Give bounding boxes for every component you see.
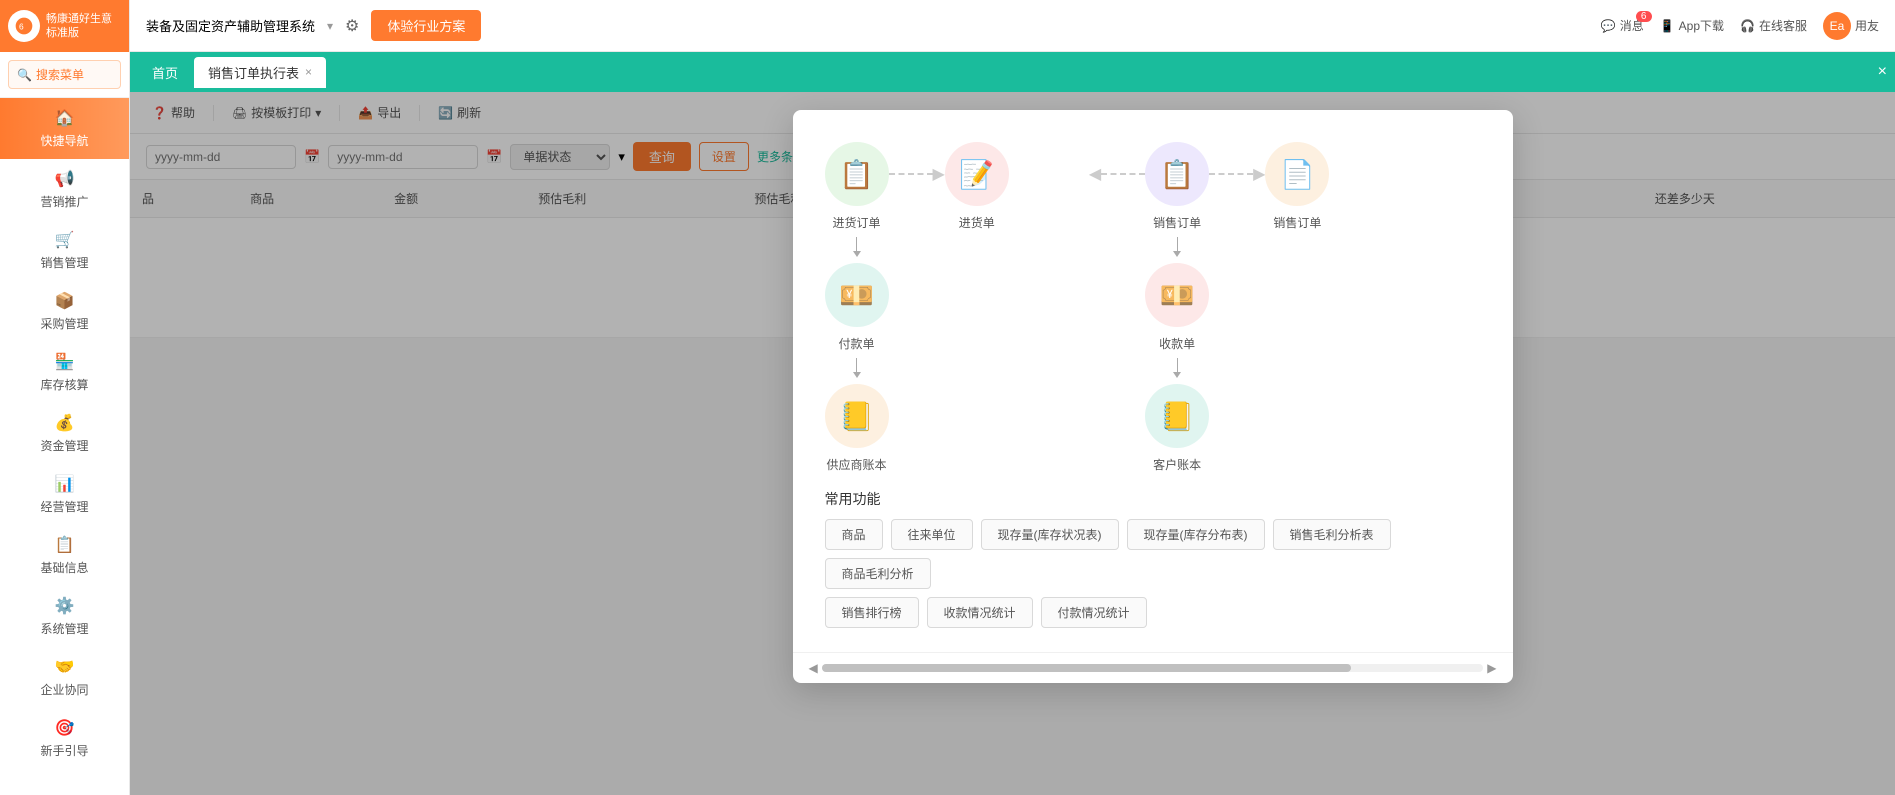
main-area: 装备及固定资产辅助管理系统 ▾ ⚙ 体验行业方案 💬 消息 6 📱 App下载 … (130, 0, 1895, 795)
purchase-receipt-node[interactable]: 📝 进货单 (945, 142, 1009, 231)
supplier-account-icon: 📒 (825, 384, 889, 448)
arrow-down-3 (853, 358, 861, 378)
tab-bar: 首页 销售订单执行表 × × (130, 52, 1895, 92)
modal-scrollbar: ◀ ▶ (793, 652, 1513, 683)
customer-account-icon: 📒 (1145, 384, 1209, 448)
common-functions-title: 常用功能 (825, 489, 1481, 509)
settings-gear-icon[interactable]: ⚙ (345, 16, 359, 36)
customer-account-node[interactable]: 📒 客户账本 (1145, 384, 1209, 473)
quick-nav-icon: 🏠 (55, 108, 75, 128)
common-btn-sales-rank[interactable]: 销售排行榜 (825, 597, 919, 628)
arrow-down-4 (1173, 358, 1181, 378)
purchase-receipt-icon: 📝 (945, 142, 1009, 206)
sidebar-nav: 🏠 快捷导航 📢 营销推广 🛒 销售管理 📦 采购管理 🏪 库存核算 💰 (0, 98, 129, 795)
scrollbar-left-icon[interactable]: ◀ (809, 661, 818, 675)
sales-icon: 🛒 (55, 230, 75, 250)
sidebar-item-system[interactable]: ⚙️ 系统管理 (0, 586, 129, 647)
sidebar-item-enterprise[interactable]: 🤝 企业协同 (0, 647, 129, 708)
content-area: ❓ 帮助 🖨 按模板打印 ▾ 📤 导出 🔄 刷新 (130, 92, 1895, 795)
h-arrow-1: ▶ (889, 142, 945, 184)
sidebar-item-sales[interactable]: 🛒 销售管理 (0, 220, 129, 281)
sales-order-icon: 📋 (1145, 142, 1209, 206)
operations-icon: 📊 (55, 474, 75, 494)
sidebar-item-basic-info[interactable]: 📋 基础信息 (0, 525, 129, 586)
h-arrow-2: ◀ (1089, 142, 1145, 184)
sidebar-logo: 6 畅康通好生意 标准版 (0, 0, 129, 52)
common-functions-section: 常用功能 商品 往来单位 现存量(库存状况表) 现存量(库存分布表) 销售毛利分… (825, 489, 1481, 628)
tab-close-icon[interactable]: × (305, 65, 312, 79)
search-icon: 🔍 (17, 68, 32, 82)
receipt-icon: 💴 (1145, 263, 1209, 327)
app-download-btn[interactable]: 📱 App下载 (1660, 17, 1724, 34)
arrow-down-1 (853, 237, 861, 257)
payment-node[interactable]: 💴 付款单 (825, 263, 889, 352)
common-btn-partner[interactable]: 往来单位 (891, 519, 973, 550)
sidebar-item-purchase[interactable]: 📦 采购管理 (0, 281, 129, 342)
sidebar-item-inventory[interactable]: 🏪 库存核算 (0, 342, 129, 403)
common-btn-receipt-stats[interactable]: 收款情况统计 (927, 597, 1033, 628)
tab-bar-close-icon[interactable]: × (1878, 63, 1887, 81)
beginner-icon: 🎯 (55, 718, 75, 738)
marketing-icon: 📢 (55, 169, 75, 189)
enterprise-icon: 🤝 (55, 657, 75, 677)
common-buttons-row-2: 销售排行榜 收款情况统计 付款情况统计 (825, 597, 1481, 628)
purchase-icon: 📦 (55, 291, 75, 311)
modal-overlay: 📋 进货订单 💴 付款单 (130, 92, 1895, 795)
sales-delivery-node[interactable]: 📄 销售订单 (1265, 142, 1329, 231)
sales-delivery-icon: 📄 (1265, 142, 1329, 206)
header-right: 💬 消息 6 📱 App下载 🎧 在线客服 Ea 用友 (1601, 12, 1879, 40)
message-btn[interactable]: 💬 消息 6 (1601, 17, 1644, 34)
tab-home[interactable]: 首页 (138, 57, 192, 88)
sidebar-item-operations[interactable]: 📊 经营管理 (0, 464, 129, 525)
flow-diagram: 📋 进货订单 💴 付款单 (825, 134, 1481, 473)
supplier-account-node[interactable]: 📒 供应商账本 (825, 384, 889, 473)
top-header: 装备及固定资产辅助管理系统 ▾ ⚙ 体验行业方案 💬 消息 6 📱 App下载 … (130, 0, 1895, 52)
common-btn-stock-dist[interactable]: 现存量(库存分布表) (1127, 519, 1265, 550)
experience-btn[interactable]: 体验行业方案 (371, 10, 481, 41)
online-service-btn[interactable]: 🎧 在线客服 (1740, 17, 1807, 34)
system-icon: ⚙️ (55, 596, 75, 616)
logo-icon: 6 (8, 10, 40, 42)
purchase-order-node[interactable]: 📋 进货订单 (825, 142, 889, 231)
basic-info-icon: 📋 (55, 535, 75, 555)
sidebar: 6 畅康通好生意 标准版 🔍 搜索菜单 🏠 快捷导航 📢 营销推广 � (0, 0, 130, 795)
common-btn-sales-margin[interactable]: 销售毛利分析表 (1273, 519, 1391, 550)
message-icon: 💬 (1601, 19, 1616, 33)
sidebar-item-beginner[interactable]: 🎯 新手引导 (0, 708, 129, 769)
arrow-down-2 (1173, 237, 1181, 257)
flow-modal: 📋 进货订单 💴 付款单 (793, 110, 1513, 683)
system-title: 装备及固定资产辅助管理系统 (146, 16, 315, 35)
sidebar-item-finance[interactable]: 💰 资金管理 (0, 403, 129, 464)
user-btn[interactable]: Ea 用友 (1823, 12, 1879, 40)
scrollbar-track[interactable] (822, 664, 1484, 672)
sidebar-item-quick-nav[interactable]: 🏠 快捷导航 (0, 98, 129, 159)
receipt-node[interactable]: 💴 收款单 (1145, 263, 1209, 352)
tab-sales-order[interactable]: 销售订单执行表 × (194, 57, 326, 88)
common-buttons-row-1: 商品 往来单位 现存量(库存状况表) 现存量(库存分布表) 销售毛利分析表 商品… (825, 519, 1481, 589)
sidebar-item-marketing[interactable]: 📢 营销推广 (0, 159, 129, 220)
common-btn-stock-status[interactable]: 现存量(库存状况表) (981, 519, 1119, 550)
dropdown-arrow-icon[interactable]: ▾ (327, 19, 333, 33)
purchase-order-icon: 📋 (825, 142, 889, 206)
payment-icon: 💴 (825, 263, 889, 327)
common-btn-product-margin[interactable]: 商品毛利分析 (825, 558, 931, 589)
svg-text:6: 6 (19, 21, 24, 31)
download-icon: 📱 (1660, 19, 1675, 33)
sidebar-search[interactable]: 🔍 搜索菜单 (0, 52, 129, 98)
search-menu-button[interactable]: 🔍 搜索菜单 (8, 60, 121, 89)
finance-icon: 💰 (55, 413, 75, 433)
headset-icon: 🎧 (1740, 19, 1755, 33)
modal-content: 📋 进货订单 💴 付款单 (793, 110, 1513, 652)
common-btn-product[interactable]: 商品 (825, 519, 883, 550)
h-arrow-3: ▶ (1209, 142, 1265, 184)
avatar: Ea (1823, 12, 1851, 40)
logo-text: 畅康通好生意 标准版 (46, 12, 112, 41)
common-btn-payment-stats[interactable]: 付款情况统计 (1041, 597, 1147, 628)
sales-order-node[interactable]: 📋 销售订单 (1145, 142, 1209, 231)
message-badge: 6 (1636, 11, 1652, 22)
scrollbar-thumb (822, 664, 1351, 672)
inventory-icon: 🏪 (55, 352, 75, 372)
scrollbar-right-icon[interactable]: ▶ (1487, 661, 1496, 675)
